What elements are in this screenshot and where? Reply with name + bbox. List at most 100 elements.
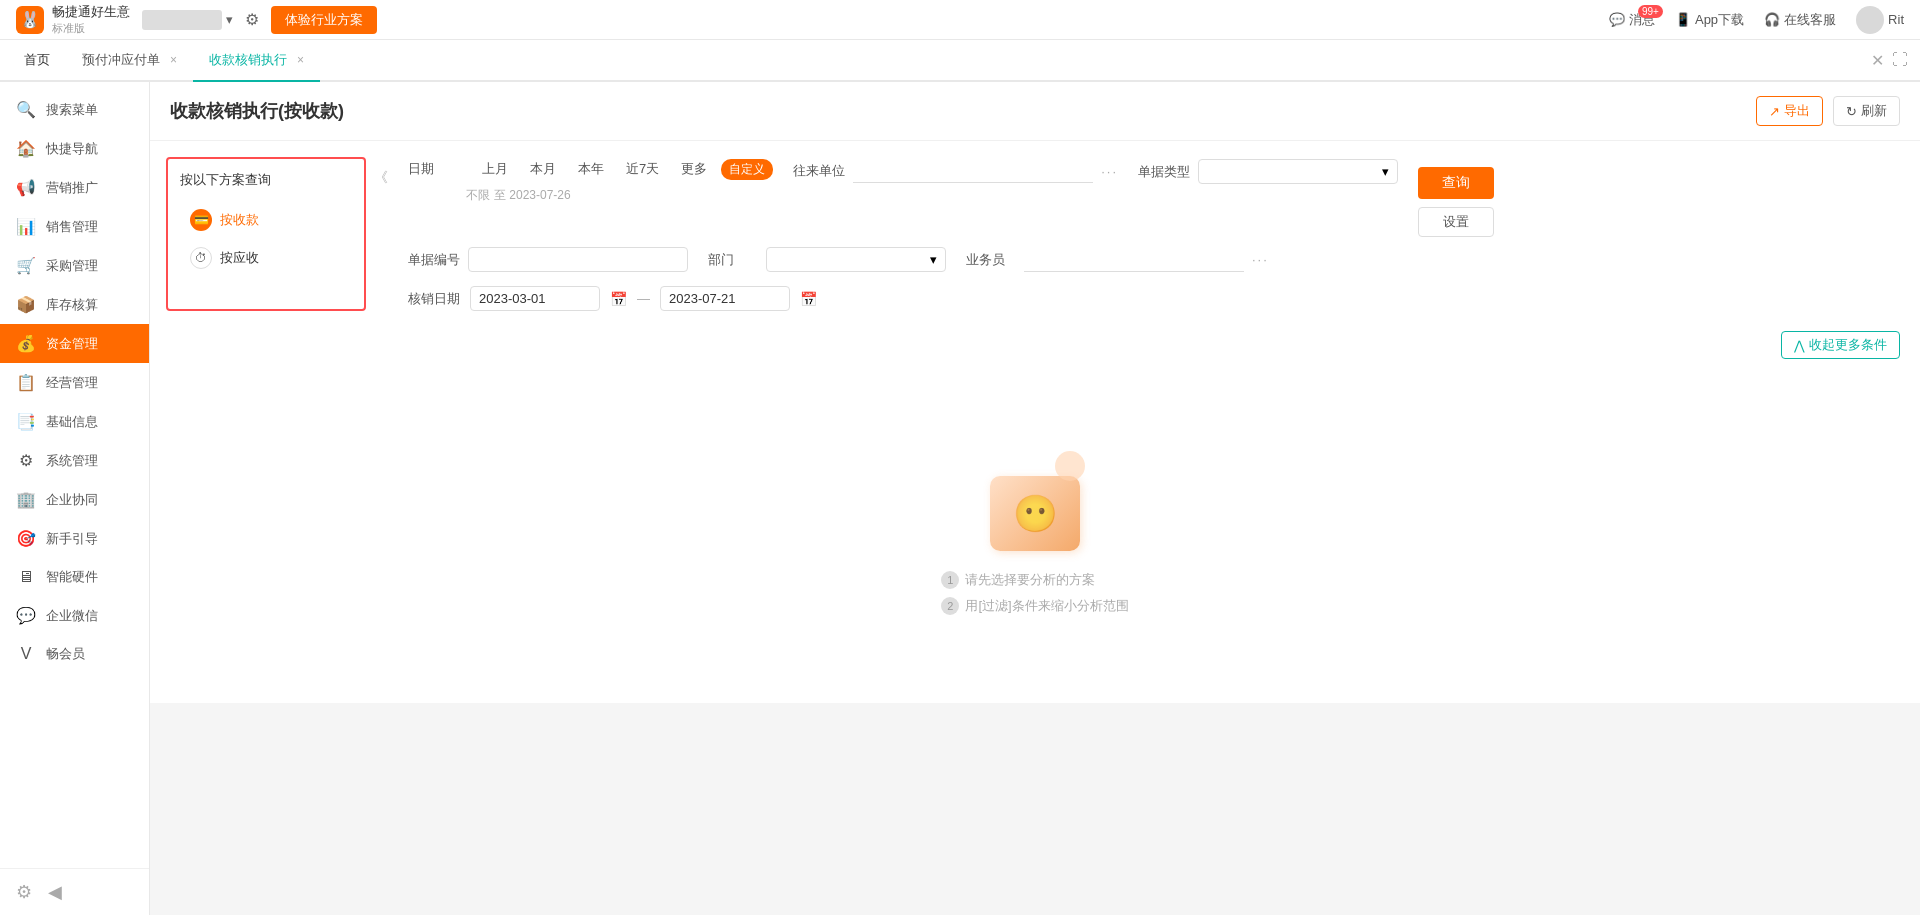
salesperson-input[interactable] (1024, 248, 1244, 272)
counterpart-dots[interactable]: ··· (1101, 164, 1118, 179)
search-icon: 🔍 (16, 100, 36, 119)
date-custom-badge[interactable]: 自定义 (721, 159, 773, 180)
settings-bottom-icon[interactable]: ⚙ (16, 881, 32, 903)
sidebar-item-purchase[interactable]: 🛒 采购管理 (0, 246, 149, 285)
online-service-item[interactable]: 🎧 在线客服 (1764, 11, 1836, 29)
calendar-start-icon[interactable]: 📅 (610, 291, 627, 307)
department-label: 部门 (708, 251, 758, 269)
sidebar-item-basic[interactable]: 📑 基础信息 (0, 402, 149, 441)
workspace-dropdown[interactable]: ▾ (142, 10, 233, 30)
empty-hint-2: 2 用[过滤]条件来缩小分析范围 (941, 597, 1128, 615)
tab-prepay[interactable]: 预付冲应付单 × (66, 40, 193, 82)
empty-illustration: 😶 (975, 451, 1095, 551)
tab-prepay-close[interactable]: × (170, 53, 177, 67)
tab-writeoff-close[interactable]: × (297, 53, 304, 67)
tab-home[interactable]: 首页 (8, 40, 66, 82)
sidebar-item-search[interactable]: 🔍 搜索菜单 (0, 90, 149, 129)
date-this-year-btn[interactable]: 本年 (570, 157, 612, 181)
date-no-limit-row: 不限 至 2023-07-26 (466, 187, 773, 204)
verify-date-start-input[interactable] (470, 286, 600, 311)
online-service-label: 在线客服 (1784, 11, 1836, 29)
calendar-end-icon[interactable]: 📅 (800, 291, 817, 307)
date-this-month-btn[interactable]: 本月 (522, 157, 564, 181)
verify-date-end-input[interactable] (660, 286, 790, 311)
sidebar-item-wechat-label: 企业微信 (46, 607, 98, 625)
sidebar-item-search-label: 搜索菜单 (46, 101, 98, 119)
filter-collapse-icon[interactable]: 《 (374, 169, 388, 187)
bill-type-filter: 单据类型 ▾ (1138, 159, 1398, 184)
brand-logo: 🐰 (16, 6, 44, 34)
sidebar-item-system[interactable]: ⚙ 系统管理 (0, 441, 149, 480)
messages-badge: 99+ (1638, 5, 1663, 18)
tab-writeoff[interactable]: 收款核销执行 × (193, 40, 320, 82)
sidebar-item-member-label: 畅会员 (46, 645, 85, 663)
filter-row-1: 日期 上月 本月 本年 近7天 更多 自定义 (408, 157, 1900, 237)
filter-date-block: 日期 上月 本月 本年 近7天 更多 自定义 (408, 157, 773, 204)
refresh-button[interactable]: ↻ 刷新 (1833, 96, 1900, 126)
user-name-item[interactable]: Rit (1856, 6, 1904, 34)
collapse-more-section: ⋀ 收起更多条件 (150, 327, 1920, 371)
export-button[interactable]: ↗ 导出 (1756, 96, 1823, 126)
filter-panel: 按以下方案查询 💳 按收款 ⏱ 按应收 《 (150, 141, 1920, 327)
sidebar-item-operation-label: 经营管理 (46, 374, 98, 392)
sidebar-item-system-label: 系统管理 (46, 452, 98, 470)
date-7days-btn[interactable]: 近7天 (618, 157, 667, 181)
date-more-btn[interactable]: 更多 (673, 157, 715, 181)
verify-date-row: 核销日期 📅 — 📅 (408, 286, 1900, 311)
expand-window-icon[interactable]: ⛶ (1892, 51, 1908, 69)
query-button[interactable]: 查询 (1418, 167, 1494, 199)
sidebar-item-finance[interactable]: 💰 资金管理 (0, 324, 149, 363)
sidebar-collapse-icon[interactable]: ◀ (48, 881, 62, 903)
date-label: 日期 (408, 160, 458, 178)
empty-hint-1: 1 请先选择要分析的方案 (941, 571, 1128, 589)
sidebar-item-nav[interactable]: 🏠 快捷导航 (0, 129, 149, 168)
chevron-down-icon: ▾ (226, 12, 233, 27)
filter-row-2: 单据编号 部门 ▾ 业务员 (408, 247, 1900, 272)
tab-writeoff-label: 收款核销执行 (209, 51, 287, 69)
settings-icon: ⚙ (16, 451, 36, 470)
filter-option-by-receipt[interactable]: 💳 按收款 (180, 201, 352, 239)
filter-scheme-title: 按以下方案查询 (180, 171, 352, 189)
counterpart-input[interactable] (853, 159, 1093, 183)
date-last-month-btn[interactable]: 上月 (474, 157, 516, 181)
sidebar-item-operation[interactable]: 📋 经营管理 (0, 363, 149, 402)
filter-option-by-receivable[interactable]: ⏱ 按应收 (180, 239, 352, 277)
sidebar-item-guide[interactable]: 🎯 新手引导 (0, 519, 149, 558)
sidebar-item-member[interactable]: V 畅会员 (0, 635, 149, 673)
app-download-label: App下载 (1695, 11, 1744, 29)
receivable-scheme-icon: ⏱ (190, 247, 212, 269)
filter-option-by-receivable-label: 按应收 (220, 249, 259, 267)
app-download-item[interactable]: 📱 App下载 (1675, 11, 1744, 29)
main-layout: 🔍 搜索菜单 🏠 快捷导航 📢 营销推广 📊 销售管理 🛒 采购管理 📦 (0, 82, 1920, 915)
sidebar-item-inventory[interactable]: 📦 库存核算 (0, 285, 149, 324)
collapse-more-label: 收起更多条件 (1809, 336, 1887, 354)
bill-type-select[interactable]: ▾ (1198, 159, 1398, 184)
department-select[interactable]: ▾ (766, 247, 946, 272)
close-window-icon[interactable]: ✕ (1871, 51, 1884, 70)
salesperson-dots[interactable]: ··· (1252, 252, 1269, 267)
collapse-more-button[interactable]: ⋀ 收起更多条件 (1781, 331, 1900, 359)
tab-home-label: 首页 (24, 51, 50, 69)
brand-info: 畅捷通好生意 标准版 (52, 3, 130, 36)
settings-button[interactable]: 设置 (1418, 207, 1494, 237)
filter-scheme-panel: 按以下方案查询 💳 按收款 ⏱ 按应收 (166, 157, 366, 311)
sidebar-item-sales[interactable]: 📊 销售管理 (0, 207, 149, 246)
sidebar-item-hardware[interactable]: 🖥 智能硬件 (0, 558, 149, 596)
brand-edition: 标准版 (52, 21, 130, 36)
topbar-right: 💬 消息 99+ 📱 App下载 🎧 在线客服 Rit (1609, 6, 1904, 34)
date-to-text: 至 2023-07-26 (494, 187, 571, 204)
sidebar-item-wechat[interactable]: 💬 企业微信 (0, 596, 149, 635)
chevron-down-icon2: ▾ (930, 252, 937, 267)
sidebar-item-marketing[interactable]: 📢 营销推广 (0, 168, 149, 207)
sidebar-item-basic-label: 基础信息 (46, 413, 98, 431)
filter-area: 按以下方案查询 💳 按收款 ⏱ 按应收 《 (150, 141, 1920, 371)
trial-button[interactable]: 体验行业方案 (271, 6, 377, 34)
bill-no-input[interactable] (468, 247, 688, 272)
hint-num-2: 2 (941, 597, 959, 615)
brand: 🐰 畅捷通好生意 标准版 (16, 3, 130, 36)
gear-icon[interactable]: ⚙ (245, 10, 259, 29)
megaphone-icon: 📢 (16, 178, 36, 197)
messages-item[interactable]: 💬 消息 99+ (1609, 11, 1655, 29)
sidebar-item-finance-label: 资金管理 (46, 335, 98, 353)
sidebar-item-collab[interactable]: 🏢 企业协同 (0, 480, 149, 519)
